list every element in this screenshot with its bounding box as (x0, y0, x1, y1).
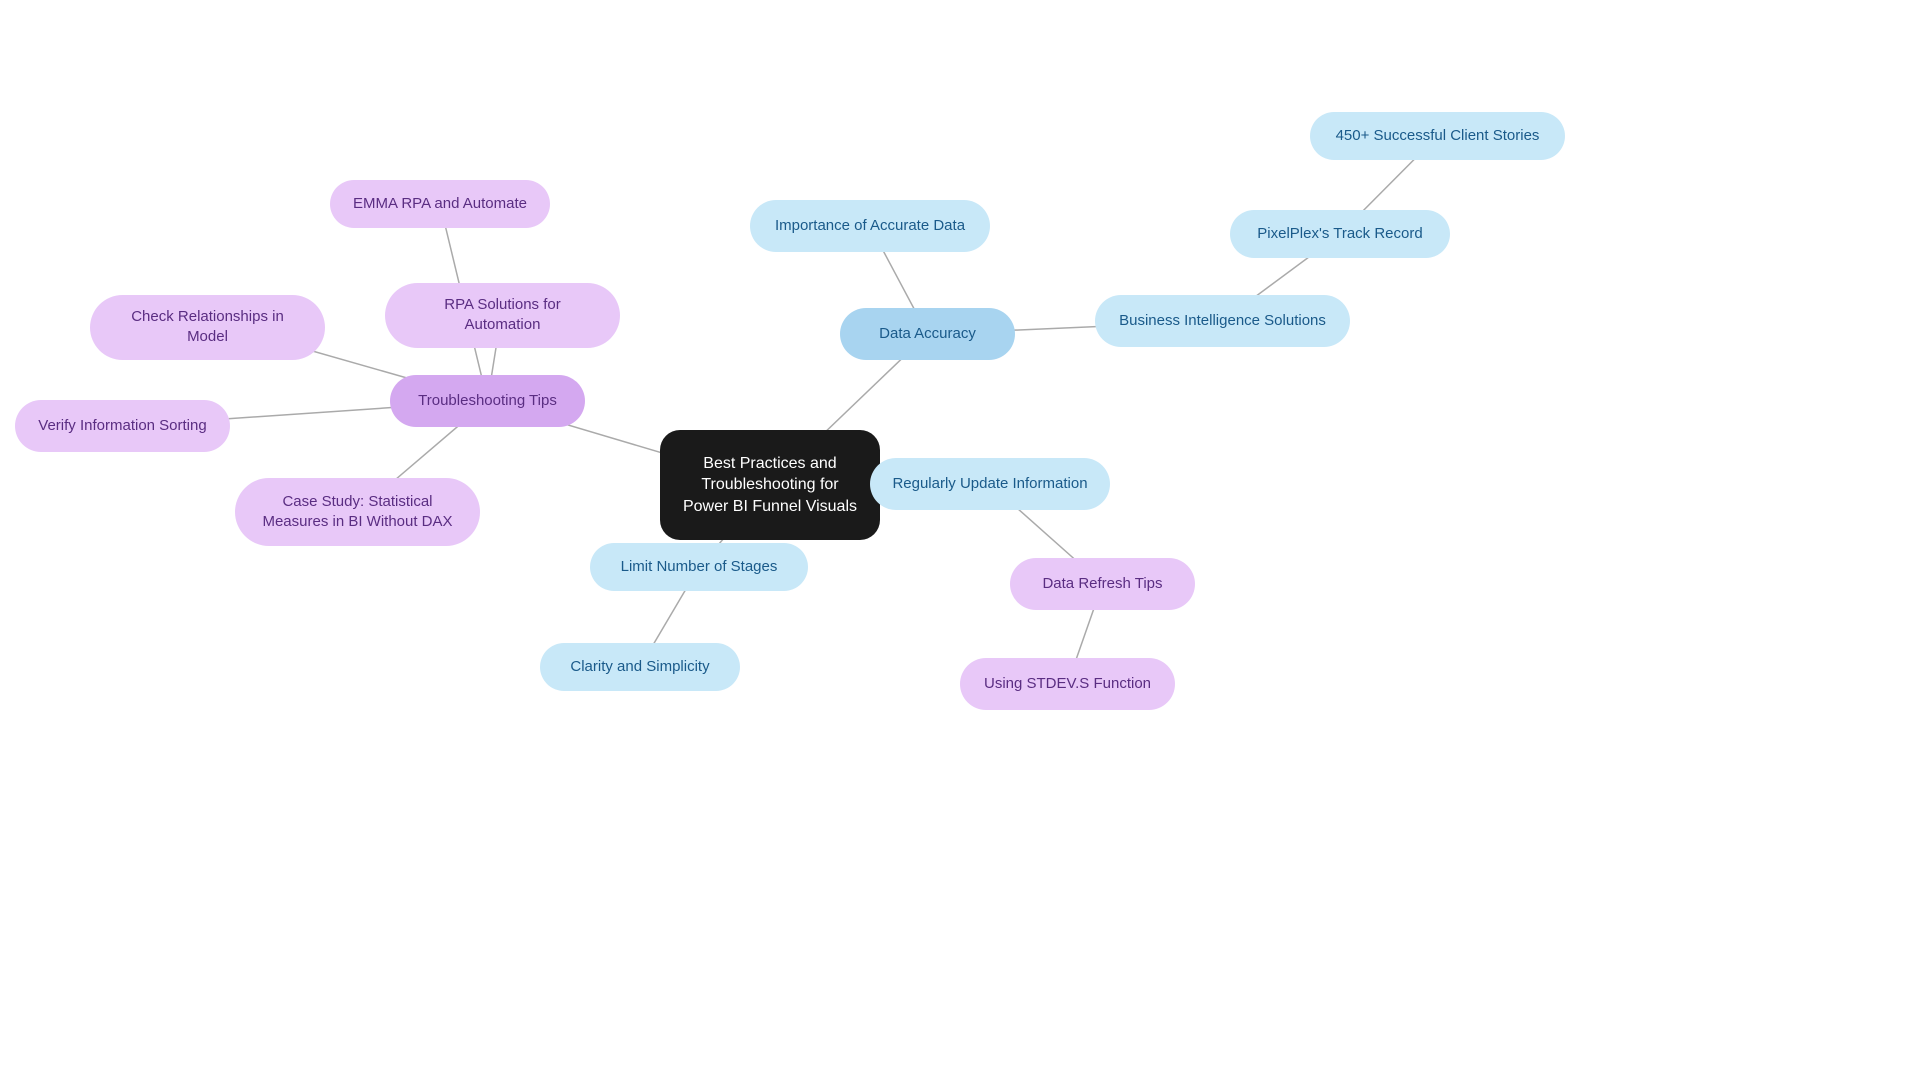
node-center[interactable]: Best Practices and Troubleshooting for P… (660, 430, 880, 540)
node-data-refresh[interactable]: Data Refresh Tips (1010, 558, 1195, 610)
node-emma-rpa[interactable]: EMMA RPA and Automate (330, 180, 550, 228)
node-business-intel[interactable]: Business Intelligence Solutions (1095, 295, 1350, 347)
node-verify-sorting[interactable]: Verify Information Sorting (15, 400, 230, 452)
node-limit-stages[interactable]: Limit Number of Stages (590, 543, 808, 591)
node-rpa-solutions[interactable]: RPA Solutions for Automation (385, 283, 620, 348)
node-troubleshooting[interactable]: Troubleshooting Tips (390, 375, 585, 427)
node-importance-accurate[interactable]: Importance of Accurate Data (750, 200, 990, 252)
node-data-accuracy[interactable]: Data Accuracy (840, 308, 1015, 360)
node-client-stories[interactable]: 450+ Successful Client Stories (1310, 112, 1565, 160)
node-pixelplex-track[interactable]: PixelPlex's Track Record (1230, 210, 1450, 258)
node-stdev[interactable]: Using STDEV.S Function (960, 658, 1175, 710)
node-regularly-update[interactable]: Regularly Update Information (870, 458, 1110, 510)
mind-map-canvas: Best Practices and Troubleshooting for P… (0, 0, 1920, 1083)
node-check-relationships[interactable]: Check Relationships in Model (90, 295, 325, 360)
node-case-study[interactable]: Case Study: Statistical Measures in BI W… (235, 478, 480, 546)
node-clarity[interactable]: Clarity and Simplicity (540, 643, 740, 691)
